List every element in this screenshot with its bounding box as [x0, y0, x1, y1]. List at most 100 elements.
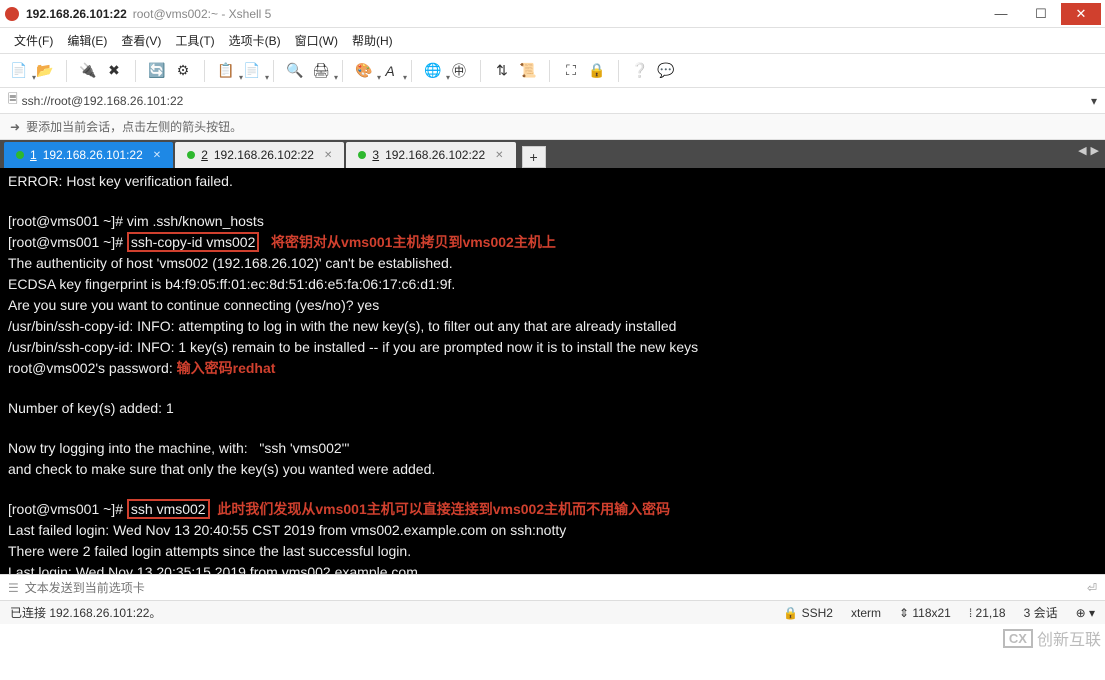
tab-bar: 1 192.168.26.101:22 ✕ 2 192.168.26.102:2… [0, 140, 1105, 168]
address-url[interactable]: ssh://root@192.168.26.101:22 [22, 94, 184, 108]
new-tab-button[interactable]: + [522, 146, 546, 168]
minimize-button[interactable]: — [981, 3, 1021, 25]
open-session-icon[interactable]: 📂 [34, 60, 56, 82]
menu-view[interactable]: 查看(V) [121, 32, 161, 49]
tab-close-icon[interactable]: ✕ [495, 150, 503, 161]
term-line: ECDSA key fingerprint is b4:f9:05:ff:01:… [8, 276, 455, 292]
highlighted-command: ssh vms002 [127, 499, 210, 519]
lang-icon[interactable]: ㊥ [448, 60, 470, 82]
new-session-icon[interactable]: 📄 [8, 60, 30, 82]
status-connection: 已连接 192.168.26.101:22。 [10, 604, 161, 621]
close-button[interactable]: ✕ [1061, 3, 1101, 25]
status-protocol: 🔒 SSH2 [783, 606, 833, 620]
tab-num: 1 [30, 148, 37, 162]
term-line: Last failed login: Wed Nov 13 20:40:55 C… [8, 522, 566, 538]
color-icon[interactable]: 🎨 [353, 60, 375, 82]
copy-icon[interactable]: 📋 [215, 60, 237, 82]
tab-label: 192.168.26.102:22 [385, 148, 485, 162]
tab-next-icon[interactable]: ▶ [1091, 144, 1099, 157]
term-line: The authenticity of host 'vms002 (192.16… [8, 255, 453, 271]
term-line: [root@vms001 ~]# [8, 501, 127, 517]
highlighted-command: ssh-copy-id vms002 [127, 232, 260, 252]
status-sessions: 3 会话 [1024, 604, 1058, 621]
transfer-icon[interactable]: ⇅ [491, 60, 513, 82]
status-cursor-pos: ⁞ 21,18 [969, 606, 1006, 620]
encoding-icon[interactable]: 🌐 [422, 60, 444, 82]
term-line: Number of key(s) added: 1 [8, 400, 174, 416]
send-input-bar: ☰ ⏎ [0, 574, 1105, 600]
print-icon[interactable]: 🖨 [310, 60, 332, 82]
status-bar: 已连接 192.168.26.101:22。 🔒 SSH2 xterm ⇕ 11… [0, 600, 1105, 624]
session-tab-1[interactable]: 1 192.168.26.101:22 ✕ [4, 142, 173, 168]
term-line: Last login: Wed Nov 13 20:35:15 2019 fro… [8, 564, 418, 574]
status-size: ⇕ 118x21 [899, 606, 951, 620]
term-line: [root@vms001 ~]# [8, 234, 127, 250]
connect-icon[interactable]: 🔌 [77, 60, 99, 82]
menu-tab[interactable]: 选项卡(B) [229, 32, 281, 49]
address-bar: 🗏 ssh://root@192.168.26.101:22 ▾ [0, 88, 1105, 114]
status-dot-icon [358, 151, 366, 159]
title-sub: root@vms002:~ - Xshell 5 [133, 7, 272, 21]
tab-prev-icon[interactable]: ◀ [1078, 144, 1086, 157]
script-icon[interactable]: 📜 [517, 60, 539, 82]
status-menu-icon[interactable]: ⊕ ▾ [1076, 606, 1095, 620]
send-text-input[interactable] [25, 581, 1081, 595]
session-tab-2[interactable]: 2 192.168.26.102:22 ✕ [175, 142, 344, 168]
separator [66, 60, 67, 82]
hint-arrow-icon[interactable]: ➜ [10, 120, 20, 134]
address-dropdown-icon[interactable]: ▾ [1091, 94, 1097, 108]
maximize-button[interactable]: ☐ [1021, 3, 1061, 25]
term-line: root@vms002's password: [8, 360, 177, 376]
toolbar: 📄 📂 🔌 ✖ 🔄 ⚙ 📋 📄 🔍 🖨 🎨 A 🌐 ㊥ ⇅ 📜 ⛶ 🔒 ❔ 💬 [0, 54, 1105, 88]
watermark: CX创新互联 [1003, 626, 1101, 650]
lock-icon[interactable]: 🔒 [586, 60, 608, 82]
term-line: Are you sure you want to continue connec… [8, 297, 379, 313]
menu-window[interactable]: 窗口(W) [295, 32, 338, 49]
tab-close-icon[interactable]: ✕ [153, 150, 161, 161]
separator [204, 60, 205, 82]
tab-num: 3 [372, 148, 379, 162]
separator [273, 60, 274, 82]
annotation: 将密钥对从vms001主机拷贝到vms002主机上 [259, 234, 555, 250]
menu-tools[interactable]: 工具(T) [175, 32, 214, 49]
separator [342, 60, 343, 82]
tab-label: 192.168.26.102:22 [214, 148, 314, 162]
annotation: 此时我们发现从vms001主机可以直接连接到vms002主机而不用输入密码 [210, 501, 671, 517]
tab-num: 2 [201, 148, 208, 162]
find-icon[interactable]: 🔍 [284, 60, 306, 82]
term-line: ERROR: Host key verification failed. [8, 173, 233, 189]
paste-icon[interactable]: 📄 [241, 60, 263, 82]
term-line: and check to make sure that only the key… [8, 461, 435, 477]
app-icon [4, 6, 20, 22]
input-target-icon[interactable]: ☰ [8, 581, 19, 595]
chat-icon[interactable]: 💬 [655, 60, 677, 82]
tab-label: 192.168.26.101:22 [43, 148, 143, 162]
fullscreen-icon[interactable]: ⛶ [560, 60, 582, 82]
separator [411, 60, 412, 82]
disconnect-icon[interactable]: ✖ [103, 60, 125, 82]
title-host: 192.168.26.101:22 [26, 7, 127, 21]
properties-icon[interactable]: ⚙ [172, 60, 194, 82]
menu-edit[interactable]: 编辑(E) [67, 32, 107, 49]
menu-file[interactable]: 文件(F) [14, 32, 53, 49]
reconnect-icon[interactable]: 🔄 [146, 60, 168, 82]
separator [135, 60, 136, 82]
menubar: 文件(F) 编辑(E) 查看(V) 工具(T) 选项卡(B) 窗口(W) 帮助(… [0, 28, 1105, 54]
separator [618, 60, 619, 82]
hint-text: 要添加当前会话，点击左侧的箭头按钮。 [26, 118, 242, 135]
terminal-output[interactable]: ERROR: Host key verification failed. [ro… [0, 168, 1105, 574]
bookmark-icon[interactable]: 🗏 [8, 90, 18, 111]
term-line: /usr/bin/ssh-copy-id: INFO: 1 key(s) rem… [8, 339, 698, 355]
window-titlebar: 192.168.26.101:22 root@vms002:~ - Xshell… [0, 0, 1105, 28]
font-icon[interactable]: A [379, 60, 401, 82]
help-icon[interactable]: ❔ [629, 60, 651, 82]
menu-help[interactable]: 帮助(H) [352, 32, 393, 49]
status-dot-icon [16, 151, 24, 159]
separator [480, 60, 481, 82]
term-line: There were 2 failed login attempts since… [8, 543, 411, 559]
input-send-icon[interactable]: ⏎ [1087, 581, 1097, 595]
tab-close-icon[interactable]: ✕ [324, 150, 332, 161]
status-dot-icon [187, 151, 195, 159]
session-tab-3[interactable]: 3 192.168.26.102:22 ✕ [346, 142, 515, 168]
term-line: [root@vms001 ~]# vim .ssh/known_hosts [8, 213, 264, 229]
